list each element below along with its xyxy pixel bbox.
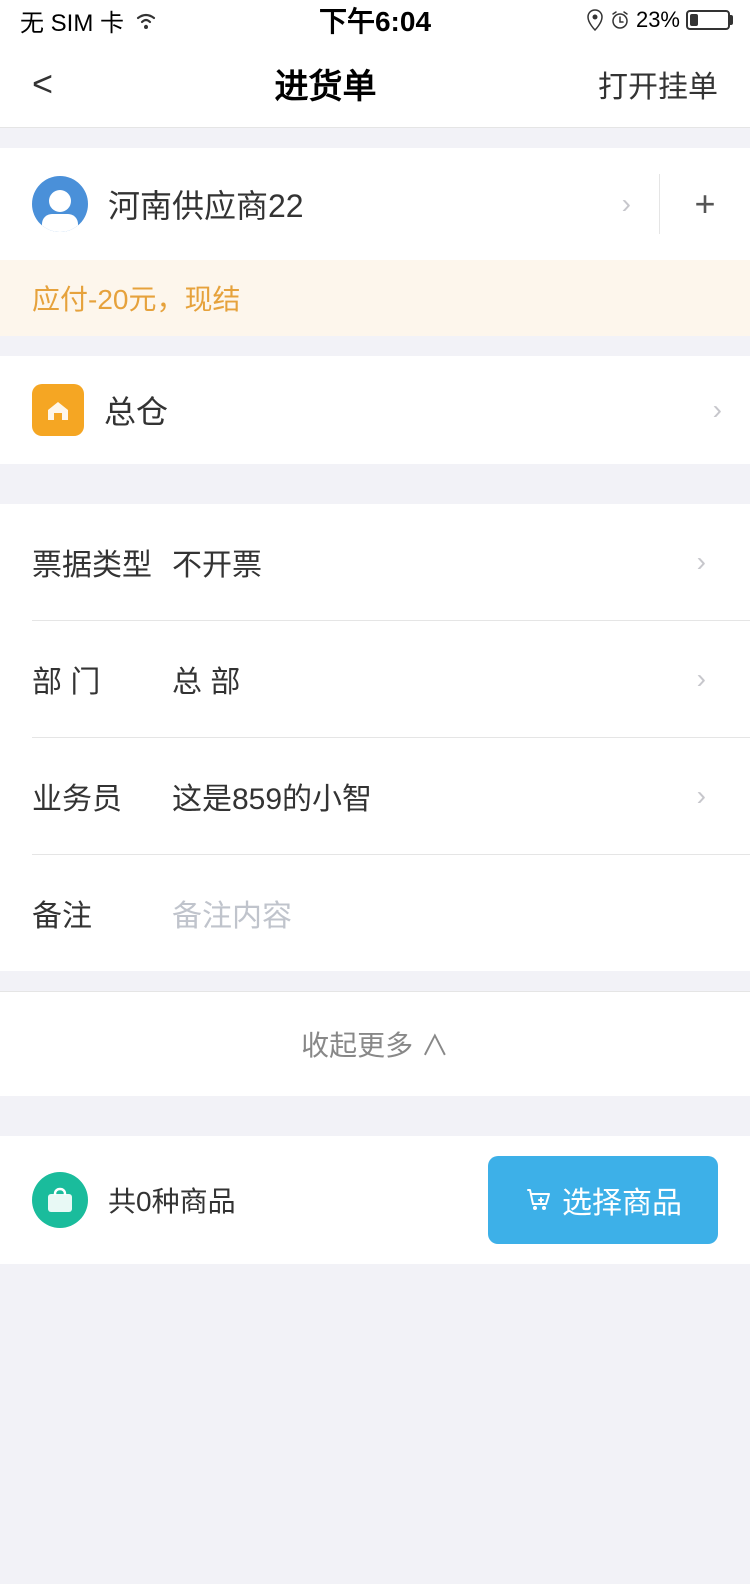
supplier-chevron-icon: ›: [622, 188, 631, 220]
back-button[interactable]: <: [32, 63, 53, 105]
warehouse-icon: [32, 384, 84, 436]
section-gap-2: [0, 336, 750, 356]
bottom-bar: 共0种商品 选择商品: [0, 1136, 750, 1264]
supplier-row[interactable]: 河南供应商22 ›: [0, 148, 659, 260]
section-gap-1: [0, 128, 750, 148]
warehouse-name: 总仓: [104, 387, 713, 433]
status-bar: 无 SIM 卡 下午6:04 23%: [0, 0, 750, 40]
nav-bar: < 进货单 打开挂单: [0, 40, 750, 128]
carrier-label: 无 SIM 卡: [20, 3, 124, 38]
supplier-avatar: [32, 176, 88, 232]
collapse-label[interactable]: 收起更多 ∧: [301, 1024, 449, 1064]
collapse-row[interactable]: 收起更多 ∧: [0, 991, 750, 1096]
warehouse-row[interactable]: 总仓 ›: [0, 356, 750, 464]
section-gap-4: [0, 1096, 750, 1116]
status-right: 23%: [586, 7, 730, 33]
notice-bar: 应付-20元，现结: [0, 260, 750, 336]
remark-label: 备注: [32, 891, 152, 935]
section-gap-3: [0, 464, 750, 484]
remark-row[interactable]: 备注 备注内容: [0, 855, 750, 971]
avatar-body: [42, 214, 78, 232]
alarm-icon: [610, 9, 630, 31]
product-count: 共0种商品: [108, 1180, 488, 1220]
rest-area: [0, 1264, 750, 1584]
avatar-person: [32, 176, 88, 232]
wifi-icon: [132, 10, 160, 30]
supplier-name: 河南供应商22: [108, 181, 622, 227]
product-icon: [32, 1172, 88, 1228]
battery-icon: [686, 10, 730, 30]
status-time: 下午6:04: [319, 0, 431, 40]
page-title: 进货单: [275, 59, 377, 108]
invoice-type-chevron-icon: ›: [697, 546, 706, 578]
battery-percent: 23%: [636, 7, 680, 33]
department-label: 部 门: [32, 657, 152, 701]
form-section: 票据类型 不开票 › 部 门 总 部 › 业务员 这是859的小智 › 备注 备…: [0, 504, 750, 971]
salesperson-chevron-icon: ›: [697, 780, 706, 812]
department-value: 总 部: [152, 657, 697, 701]
supplier-section: 河南供应商22 › +: [0, 148, 750, 260]
add-supplier-button[interactable]: +: [660, 183, 750, 225]
invoice-type-row[interactable]: 票据类型 不开票 ›: [0, 504, 750, 620]
cart-icon: [524, 1186, 552, 1214]
warehouse-chevron-icon: ›: [713, 394, 722, 426]
avatar-head: [49, 190, 71, 212]
remark-placeholder: 备注内容: [152, 891, 718, 935]
salesperson-label: 业务员: [32, 774, 152, 818]
invoice-type-value: 不开票: [152, 540, 697, 584]
salesperson-value: 这是859的小智: [152, 774, 697, 818]
department-chevron-icon: ›: [697, 663, 706, 695]
invoice-type-label: 票据类型: [32, 540, 152, 584]
department-row[interactable]: 部 门 总 部 ›: [0, 621, 750, 737]
location-icon: [586, 9, 604, 31]
notice-text: 应付-20元，现结: [32, 284, 240, 315]
salesperson-row[interactable]: 业务员 这是859的小智 ›: [0, 738, 750, 854]
select-product-button[interactable]: 选择商品: [488, 1156, 718, 1244]
status-left: 无 SIM 卡: [20, 3, 160, 38]
select-product-label: 选择商品: [562, 1178, 682, 1222]
open-pending-button[interactable]: 打开挂单: [598, 62, 718, 106]
